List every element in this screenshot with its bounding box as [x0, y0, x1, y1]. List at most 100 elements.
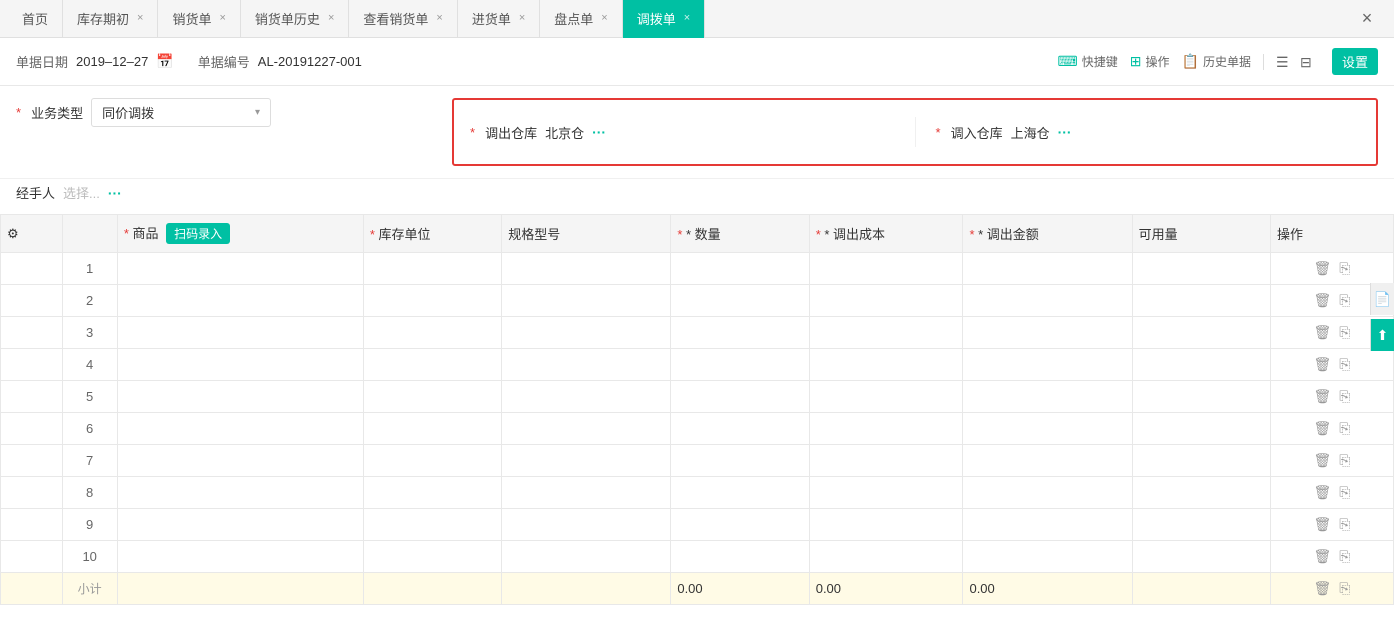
table-row: 5 🗑 ⎘ [1, 381, 1394, 413]
delete-icon[interactable]: 🗑 [1313, 292, 1331, 309]
layout-icons: ☰ ⊟ [1276, 54, 1320, 70]
tab-purchase-order[interactable]: 进货单× [458, 0, 540, 38]
sidebar-export-button[interactable]: ⬆ [1370, 319, 1394, 351]
form-left: * 业务类型 同价调拨 ▾ [16, 98, 436, 127]
shortcut-label: 快捷键 [1082, 53, 1118, 70]
td-unit [363, 381, 501, 413]
tab-sales-order[interactable]: 销货单× [158, 0, 240, 38]
handler-more-icon[interactable]: ··· [108, 185, 122, 201]
tab-close-icon[interactable]: × [601, 13, 607, 24]
td-available [1132, 509, 1270, 541]
shortcut-button[interactable]: ⌨ 快捷键 [1058, 53, 1118, 70]
delete-icon[interactable]: 🗑 [1313, 260, 1331, 277]
delete-icon[interactable]: 🗑 [1313, 484, 1331, 501]
copy-icon[interactable]: ⎘ [1339, 580, 1350, 597]
td-spec [502, 541, 671, 573]
tab-transfer-order[interactable]: 调拨单 × [623, 0, 705, 38]
td-product[interactable] [117, 413, 363, 445]
delete-icon[interactable]: 🗑 [1313, 580, 1331, 597]
business-type-select[interactable]: 同价调拨 ▾ [91, 98, 271, 127]
scan-entry-button[interactable]: 扫码录入 [166, 223, 230, 244]
td-num: 7 [62, 445, 117, 477]
td-qty [671, 317, 809, 349]
transfer-out-more-icon[interactable]: ··· [592, 124, 606, 140]
tab-close-icon[interactable]: × [219, 13, 225, 24]
tab-sales-history[interactable]: 销货单历史× [241, 0, 349, 38]
tab-inventory-check[interactable]: 盘点单× [540, 0, 622, 38]
copy-icon[interactable]: ⎘ [1339, 292, 1350, 309]
tab-close-icon[interactable]: × [684, 13, 690, 24]
td-qty [671, 285, 809, 317]
td-unit [363, 509, 501, 541]
td-amount [963, 349, 1132, 381]
td-product[interactable] [117, 477, 363, 509]
copy-icon[interactable]: ⎘ [1339, 388, 1350, 405]
copy-icon[interactable]: ⎘ [1339, 484, 1350, 501]
td-amount [963, 509, 1132, 541]
delete-icon[interactable]: 🗑 [1313, 420, 1331, 437]
td-available [1132, 477, 1270, 509]
td-gear [1, 541, 63, 573]
gear-icon[interactable]: ⚙ [7, 226, 19, 241]
chevron-down-icon: ▾ [255, 107, 260, 118]
td-product[interactable] [117, 541, 363, 573]
td-spec [502, 317, 671, 349]
tab-label: 调拨单 [637, 9, 676, 28]
handler-select[interactable]: 选择... [63, 183, 100, 202]
copy-icon[interactable]: ⎘ [1339, 260, 1350, 277]
copy-icon[interactable]: ⎘ [1339, 324, 1350, 341]
td-cost [809, 381, 963, 413]
tab-close-icon[interactable]: × [137, 13, 143, 24]
window-close-button[interactable]: × [1348, 0, 1386, 38]
history-icon: 📋 [1182, 53, 1199, 70]
delete-icon[interactable]: 🗑 [1313, 516, 1331, 533]
copy-icon[interactable]: ⎘ [1339, 356, 1350, 373]
table-row: 3 🗑 ⎘ [1, 317, 1394, 349]
td-amount [963, 381, 1132, 413]
grid-layout-icon[interactable]: ⊟ [1300, 54, 1320, 70]
td-product[interactable] [117, 253, 363, 285]
td-product[interactable] [117, 445, 363, 477]
td-num: 6 [62, 413, 117, 445]
td-available [1132, 381, 1270, 413]
transfer-in-more-icon[interactable]: ··· [1058, 124, 1072, 140]
td-ops: 🗑 ⎘ [1270, 381, 1393, 413]
delete-icon[interactable]: 🗑 [1313, 356, 1331, 373]
number-value: AL-20191227-001 [258, 54, 362, 69]
td-spec [502, 477, 671, 509]
delete-icon[interactable]: 🗑 [1313, 324, 1331, 341]
operation-button[interactable]: ⊞ 操作 [1130, 53, 1170, 70]
tab-view-sales[interactable]: 查看销货单× [349, 0, 457, 38]
tab-close-icon[interactable]: × [328, 13, 334, 24]
tab-home[interactable]: 首页 [8, 0, 63, 38]
td-product[interactable] [117, 285, 363, 317]
td-product[interactable] [117, 381, 363, 413]
toolbar-actions: ⌨ 快捷键 ⊞ 操作 📋 历史单据 ☰ ⊟ 设置 [1058, 48, 1378, 75]
delete-icon[interactable]: 🗑 [1313, 388, 1331, 405]
tab-inventory-init[interactable]: 库存期初× [63, 0, 158, 38]
copy-icon[interactable]: ⎘ [1339, 516, 1350, 533]
calendar-icon[interactable]: 📅 [156, 53, 173, 70]
delete-icon[interactable]: 🗑 [1313, 452, 1331, 469]
td-unit [363, 413, 501, 445]
td-product[interactable] [117, 317, 363, 349]
td-cost: 0.00 [809, 573, 963, 605]
tab-close-icon[interactable]: × [519, 13, 525, 24]
copy-icon[interactable]: ⎘ [1339, 548, 1350, 565]
list-layout-icon[interactable]: ☰ [1276, 54, 1296, 70]
td-ops: 🗑 ⎘ [1270, 509, 1393, 541]
td-product[interactable] [117, 509, 363, 541]
copy-icon[interactable]: ⎘ [1339, 420, 1350, 437]
history-button[interactable]: 📋 历史单据 [1182, 53, 1251, 70]
td-num: 1 [62, 253, 117, 285]
setting-button[interactable]: 设置 [1332, 48, 1378, 75]
sidebar-doc-button[interactable]: 📄 [1370, 283, 1394, 315]
copy-icon[interactable]: ⎘ [1339, 452, 1350, 469]
delete-icon[interactable]: 🗑 [1313, 548, 1331, 565]
toolbar-divider [1263, 54, 1264, 70]
td-unit [363, 317, 501, 349]
td-product[interactable] [117, 349, 363, 381]
tab-close-icon[interactable]: × [436, 13, 442, 24]
form-section: * 业务类型 同价调拨 ▾ * 调出仓库 北京仓 ··· * 调入仓库 上海仓 … [0, 86, 1394, 179]
td-amount [963, 285, 1132, 317]
